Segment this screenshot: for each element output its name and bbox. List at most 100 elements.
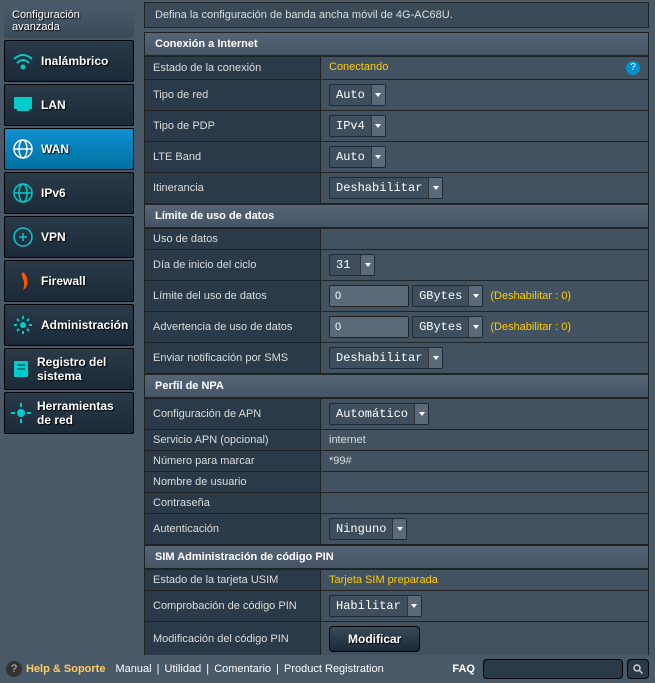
chevron-down-icon — [468, 317, 482, 337]
net-type-label: Tipo de red — [145, 80, 321, 111]
sidebar-item-lan[interactable]: LAN — [4, 84, 134, 126]
sidebar-item-syslog[interactable]: Registro del sistema — [4, 348, 134, 390]
auth-label: Autenticación — [145, 514, 321, 545]
footer: ? Help & Soporte Manual | Utilidad | Com… — [0, 655, 655, 683]
help-icon: ? — [6, 661, 22, 677]
net-type-select[interactable]: Auto — [329, 84, 386, 106]
sidebar-item-label: VPN — [41, 230, 66, 244]
roaming-label: Itinerancia — [145, 173, 321, 204]
conn-status-value: Conectando — [329, 61, 388, 73]
apn-svc-value: internet — [321, 430, 649, 451]
sidebar-item-label: Inalámbrico — [41, 54, 108, 68]
sidebar-item-label: Firewall — [41, 274, 86, 288]
dial-number-value: *99# — [321, 451, 649, 472]
section-sim: SIM Administración de código PIN — [144, 545, 649, 569]
apn-conf-label: Configuración de APN — [145, 399, 321, 430]
wireless-icon — [9, 47, 37, 75]
sidebar-item-label: Administración — [41, 318, 128, 332]
chevron-down-icon — [428, 348, 442, 368]
pin-check-select[interactable]: Habilitar — [329, 595, 422, 617]
ipv6-icon — [9, 179, 37, 207]
globe-icon — [9, 135, 37, 163]
data-warn-hint: (Deshabilitar : 0) — [490, 321, 571, 333]
main-content: Defina la configuración de banda ancha m… — [138, 0, 655, 655]
tools-icon — [9, 399, 33, 427]
data-warn-input[interactable] — [329, 316, 409, 338]
lan-icon — [9, 91, 37, 119]
chevron-down-icon — [392, 519, 406, 539]
apn-conf-select[interactable]: Automático — [329, 403, 429, 425]
section-data-limit: Límite de uso de datos — [144, 204, 649, 228]
sidebar-item-label: Herramientas de red — [37, 399, 129, 427]
chevron-down-icon — [371, 147, 385, 167]
section-npa: Perfil de NPA — [144, 374, 649, 398]
sidebar-item-label: WAN — [41, 142, 69, 156]
link-utility[interactable]: Utilidad — [165, 663, 202, 675]
lte-band-select[interactable]: Auto — [329, 146, 386, 168]
sidebar: Configuración avanzada Inalámbrico LAN W… — [0, 0, 138, 655]
chevron-down-icon — [428, 178, 442, 198]
sidebar-item-nettools[interactable]: Herramientas de red — [4, 392, 134, 434]
fire-icon — [9, 267, 37, 295]
auth-select[interactable]: Ninguno — [329, 518, 407, 540]
password-label: Contraseña — [145, 493, 321, 514]
link-manual[interactable]: Manual — [115, 663, 151, 675]
sidebar-item-wan[interactable]: WAN — [4, 128, 134, 170]
section-connection: Conexión a Internet — [144, 32, 649, 56]
chevron-down-icon — [468, 286, 482, 306]
data-usage-value — [321, 229, 649, 250]
conn-status-label: Estado de la conexión — [145, 57, 321, 80]
apn-svc-label: Servicio APN (opcional) — [145, 430, 321, 451]
pin-mod-label: Modificación del código PIN — [145, 622, 321, 656]
data-warn-label: Advertencia de uso de datos — [145, 312, 321, 343]
data-limit-label: Límite del uso de datos — [145, 281, 321, 312]
sidebar-item-label: LAN — [41, 98, 66, 112]
sidebar-item-label: Registro del sistema — [37, 355, 129, 383]
modify-button[interactable]: Modificar — [329, 626, 420, 652]
sms-notify-select[interactable]: Deshabilitar — [329, 347, 443, 369]
help-link[interactable]: ? Help & Soporte — [6, 661, 105, 677]
data-limit-unit-select[interactable]: GBytes — [412, 285, 483, 307]
sms-notify-label: Enviar notificación por SMS — [145, 343, 321, 374]
sidebar-item-admin[interactable]: Administración — [4, 304, 134, 346]
pdp-type-select[interactable]: IPv4 — [329, 115, 386, 137]
intro-text: Defina la configuración de banda ancha m… — [144, 2, 649, 28]
roaming-select[interactable]: Deshabilitar — [329, 177, 443, 199]
search-input[interactable] — [483, 659, 623, 679]
pdp-type-label: Tipo de PDP — [145, 111, 321, 142]
sidebar-item-wireless[interactable]: Inalámbrico — [4, 40, 134, 82]
faq-link[interactable]: FAQ — [452, 663, 475, 675]
password-value — [321, 493, 649, 514]
vpn-icon — [9, 223, 37, 251]
chevron-down-icon — [371, 116, 385, 136]
sidebar-item-ipv6[interactable]: IPv6 — [4, 172, 134, 214]
lte-band-label: LTE Band — [145, 142, 321, 173]
search-icon — [632, 663, 644, 675]
info-icon[interactable]: ? — [626, 61, 640, 75]
link-comment[interactable]: Comentario — [214, 663, 271, 675]
footer-links: Manual | Utilidad | Comentario | Product… — [113, 663, 385, 675]
dial-number-label: Número para marcar — [145, 451, 321, 472]
usim-status-label: Estado de la tarjeta USIM — [145, 570, 321, 591]
search-button[interactable] — [627, 659, 649, 679]
cycle-day-label: Día de inicio del ciclo — [145, 250, 321, 281]
cycle-day-select[interactable]: 31 — [329, 254, 375, 276]
chevron-down-icon — [371, 85, 385, 105]
link-product-reg[interactable]: Product Registration — [284, 663, 384, 675]
sidebar-item-vpn[interactable]: VPN — [4, 216, 134, 258]
usim-status-value: Tarjeta SIM preparada — [329, 574, 438, 586]
sidebar-item-label: IPv6 — [41, 186, 66, 200]
data-limit-input[interactable] — [329, 285, 409, 307]
chevron-down-icon — [407, 596, 421, 616]
data-limit-hint: (Deshabilitar : 0) — [490, 290, 571, 302]
chevron-down-icon — [414, 404, 428, 424]
data-warn-unit-select[interactable]: GBytes — [412, 316, 483, 338]
sidebar-item-firewall[interactable]: Firewall — [4, 260, 134, 302]
gear-icon — [9, 311, 37, 339]
log-icon — [9, 355, 33, 383]
help-text: Help & Soporte — [26, 663, 105, 675]
pin-check-label: Comprobación de código PIN — [145, 591, 321, 622]
sidebar-title: Configuración avanzada — [4, 4, 134, 38]
username-label: Nombre de usuario — [145, 472, 321, 493]
username-value — [321, 472, 649, 493]
